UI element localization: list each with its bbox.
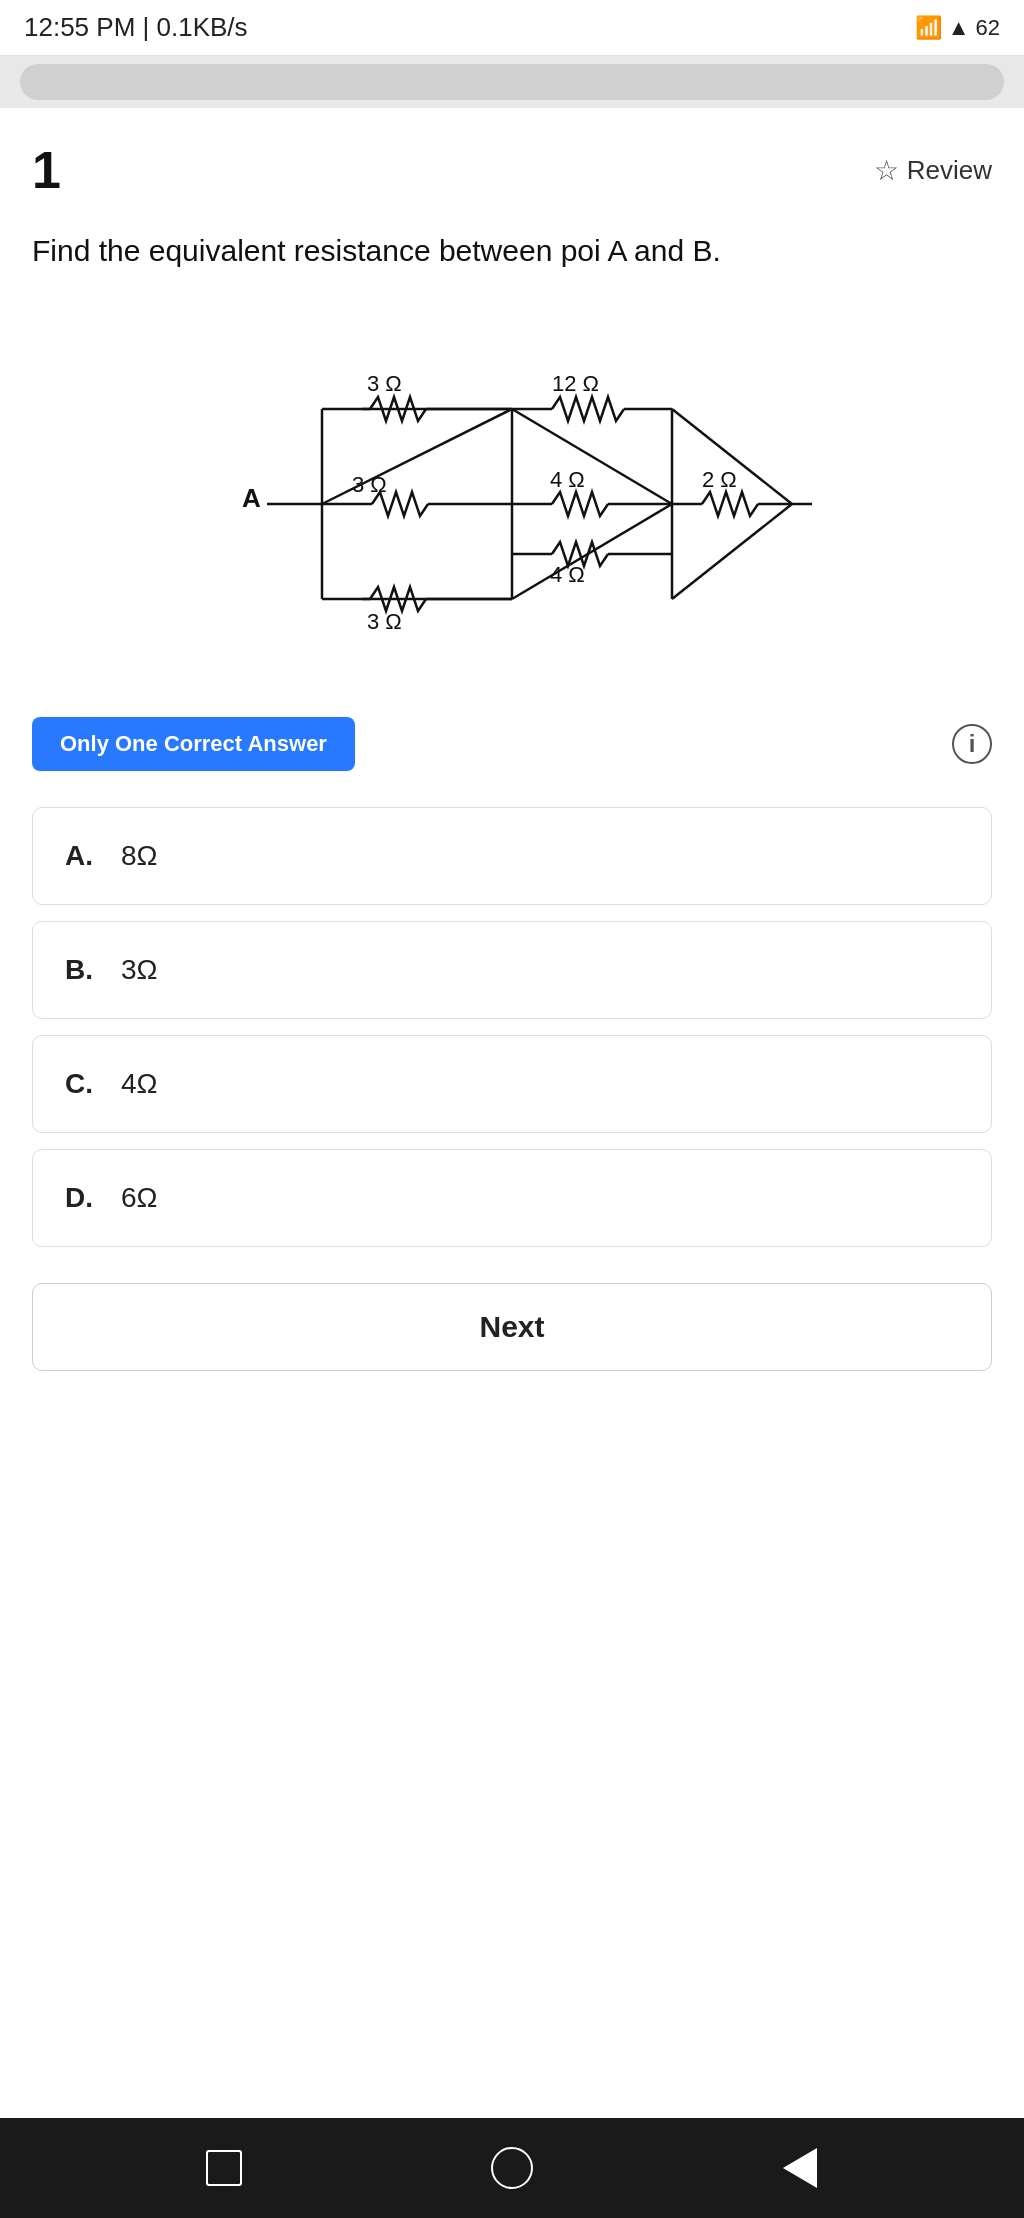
- option-c-value: 4Ω: [121, 1068, 158, 1100]
- option-a-value: 8Ω: [121, 840, 158, 872]
- square-icon: [206, 2150, 242, 2186]
- status-left: 12:55 PM | 0.1KB/s: [24, 12, 248, 43]
- review-label: Review: [907, 155, 992, 186]
- status-right: 📶 ▲ 62: [915, 15, 1000, 41]
- time-display: 12:55 PM | 0.1KB/s: [24, 12, 248, 43]
- circuit-svg: A 3 Ω 3 Ω: [212, 309, 812, 669]
- svg-text:2 Ω: 2 Ω: [702, 467, 737, 492]
- option-d[interactable]: D. 6Ω: [32, 1149, 992, 1247]
- option-c-label: C.: [65, 1068, 105, 1100]
- svg-text:3 Ω: 3 Ω: [352, 472, 387, 497]
- status-bar: 12:55 PM | 0.1KB/s 📶 ▲ 62: [0, 0, 1024, 56]
- svg-text:3 Ω: 3 Ω: [367, 371, 402, 396]
- option-b-label: B.: [65, 954, 105, 986]
- svg-text:12 Ω: 12 Ω: [552, 371, 599, 396]
- option-d-value: 6Ω: [121, 1182, 158, 1214]
- circuit-diagram: A 3 Ω 3 Ω: [32, 309, 992, 669]
- svg-line-33: [672, 504, 792, 599]
- wifi-icon: 📶: [915, 15, 942, 41]
- review-button[interactable]: ☆ Review: [874, 154, 992, 187]
- signal-icon: ▲: [948, 15, 970, 41]
- svg-text:4 Ω: 4 Ω: [550, 467, 585, 492]
- star-icon: ☆: [874, 154, 899, 187]
- question-number: 1: [32, 140, 61, 200]
- option-d-label: D.: [65, 1182, 105, 1214]
- svg-line-18: [512, 504, 672, 599]
- svg-text:3 Ω: 3 Ω: [367, 609, 402, 634]
- svg-text:A: A: [242, 483, 261, 513]
- back-button[interactable]: [774, 2142, 826, 2194]
- option-c[interactable]: C. 4Ω: [32, 1035, 992, 1133]
- home-button[interactable]: [198, 2142, 250, 2194]
- battery-display: 62: [976, 15, 1000, 41]
- question-text: Find the equivalent resistance between p…: [32, 228, 992, 273]
- options-container: A. 8Ω B. 3Ω C. 4Ω D. 6Ω: [32, 807, 992, 1247]
- search-bar[interactable]: [20, 64, 1004, 100]
- option-a[interactable]: A. 8Ω: [32, 807, 992, 905]
- question-header: 1 ☆ Review: [32, 140, 992, 200]
- only-one-correct-badge: Only One Correct Answer: [32, 717, 355, 771]
- search-bar-area: [0, 56, 1024, 108]
- badge-row: Only One Correct Answer i: [32, 717, 992, 771]
- main-content: 1 ☆ Review Find the equivalent resistanc…: [0, 108, 1024, 2118]
- option-b-value: 3Ω: [121, 954, 158, 986]
- next-button[interactable]: Next: [32, 1283, 992, 1371]
- bottom-nav: [0, 2118, 1024, 2218]
- svg-text:4 Ω: 4 Ω: [550, 562, 585, 587]
- circle-icon: [491, 2147, 533, 2189]
- svg-line-6: [322, 409, 512, 504]
- info-icon-label: i: [969, 730, 976, 758]
- back-triangle-icon: [783, 2148, 817, 2188]
- info-icon[interactable]: i: [952, 724, 992, 764]
- option-b[interactable]: B. 3Ω: [32, 921, 992, 1019]
- recents-button[interactable]: [486, 2142, 538, 2194]
- option-a-label: A.: [65, 840, 105, 872]
